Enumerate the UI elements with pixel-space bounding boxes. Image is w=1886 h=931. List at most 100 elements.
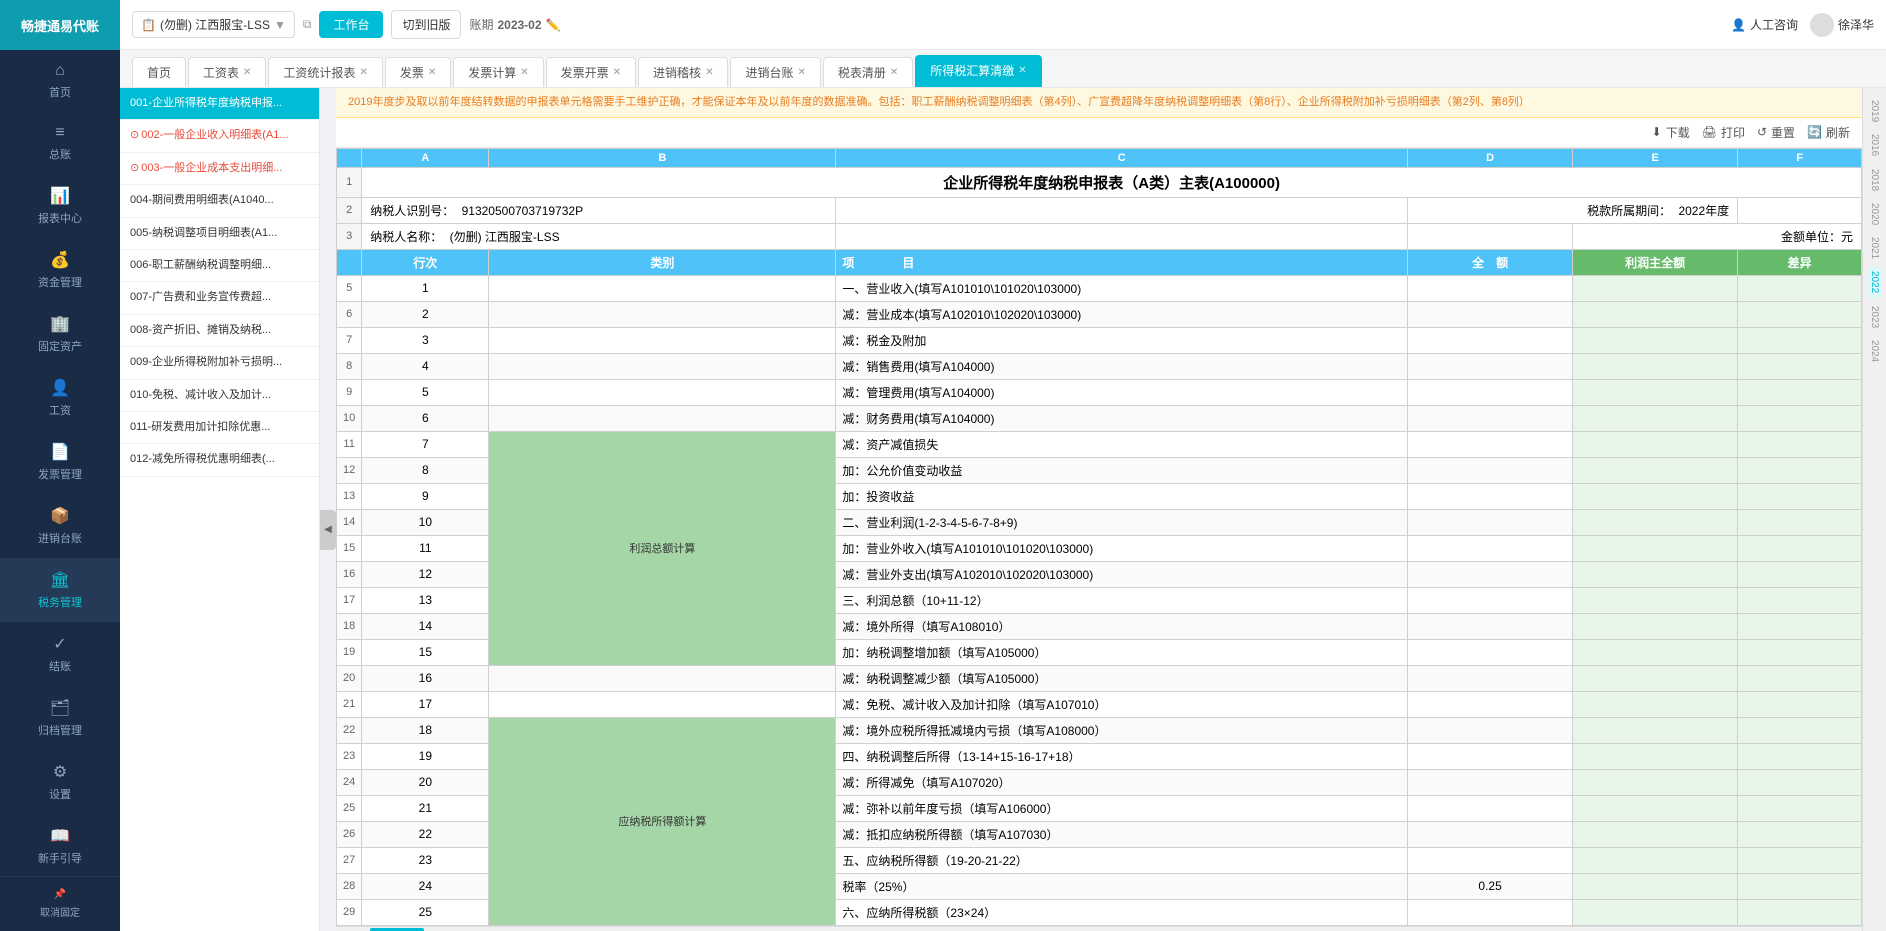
taxpayer-name-row: 3 纳税人名称： (勿删) 江西服宝-LSS 金额单位：元 — [337, 223, 1862, 249]
sheet-tab-main[interactable]: 主表 — [370, 928, 424, 931]
year-2023[interactable]: 2023 — [1867, 302, 1882, 332]
sidebar-item-report[interactable]: 📊 报表中心 — [0, 174, 120, 238]
report-icon: 📊 — [50, 186, 70, 206]
toolbar: ⬇ 下载 🖨 打印 ↺ 重置 🔄 刷新 — [336, 118, 1862, 148]
tab-close-tax-list[interactable]: ✕ — [890, 67, 898, 78]
capital-icon: 💰 — [50, 250, 70, 270]
year-2022[interactable]: 2022 — [1867, 267, 1882, 297]
copy-icon[interactable]: ⧉ — [303, 17, 312, 32]
warning-banner: 2019年度步及取以前年度结转数据的申报表单元格需要手工维护正确，才能保证本年及… — [336, 88, 1862, 118]
sheet-table: A B C D E F 1 企业所得税年度纳税申报表（A类）主表(A100000… — [336, 148, 1862, 926]
col-xuhao-header: 行次 — [362, 249, 489, 275]
edit-period-icon[interactable]: ✏️ — [546, 18, 561, 32]
dropdown-arrow-icon: ▼ — [274, 18, 286, 32]
year-2019[interactable]: 2019 — [1867, 96, 1882, 126]
sheet-body: 51一、营业收入(填写A101010\101020\103000)62减：营业成… — [337, 275, 1862, 925]
sidebar-item-guide[interactable]: 📖 新手引导 — [0, 814, 120, 876]
list-item-003[interactable]: ⊙003-一般企业成本支出明细... — [120, 153, 319, 185]
col-letter-c: C — [836, 148, 1408, 167]
sidebar-item-home[interactable]: ⌂ 首页 — [0, 50, 120, 112]
tab-close-income-tax[interactable]: ✕ — [1018, 65, 1026, 76]
salary-icon: 👤 — [50, 378, 70, 398]
col-letter-e: E — [1573, 148, 1738, 167]
sidebar-item-archive[interactable]: 🗂 归档管理 — [0, 686, 120, 750]
year-2020[interactable]: 2020 — [1867, 199, 1882, 229]
table-row: 95减：管理费用(填写A104000) — [337, 379, 1862, 405]
period-info: 账期 2023-02 ✏️ — [469, 16, 560, 33]
sidebar-item-settle[interactable]: ✓ 结账 — [0, 622, 120, 686]
tab-close-invoice-calc[interactable]: ✕ — [520, 67, 528, 78]
tab-close-purchase-ledger[interactable]: ✕ — [797, 67, 805, 78]
tab-purchase-audit[interactable]: 进销稽核 ✕ — [638, 57, 728, 87]
switch-version-button[interactable]: 切到旧版 — [391, 10, 461, 39]
list-item-009[interactable]: 009-企业所得税附加补亏损明... — [120, 347, 319, 379]
tab-tax-list[interactable]: 税表清册 ✕ — [823, 57, 913, 87]
tab-income-tax[interactable]: 所得税汇算清缴 ✕ — [915, 55, 1041, 87]
sidebar-item-ledger[interactable]: ≡ 总账 — [0, 112, 120, 174]
sidebar-item-salary[interactable]: 👤 工资 — [0, 366, 120, 430]
list-item-004[interactable]: 004-期间费用明细表(A1040... — [120, 185, 319, 217]
col-letter-d: D — [1408, 148, 1573, 167]
col-letter-row: A B C D E F — [337, 148, 1862, 167]
tab-invoice-issue[interactable]: 发票开票 ✕ — [546, 57, 636, 87]
avatar — [1810, 13, 1834, 37]
tab-close-salary[interactable]: ✕ — [243, 67, 251, 78]
sidebar-item-tax[interactable]: 🏛 税务管理 — [0, 558, 120, 622]
reset-button[interactable]: ↺ 重置 — [1757, 124, 1795, 141]
tab-close-purchase-audit[interactable]: ✕ — [705, 67, 713, 78]
list-item-002[interactable]: ⊙002-一般企业收入明细表(A1... — [120, 120, 319, 152]
list-item-001[interactable]: 001-企业所得税年度纳税申报... — [120, 88, 319, 120]
tab-bar: 首页 工资表 ✕ 工资统计报表 ✕ 发票 ✕ 发票计算 ✕ 发票开票 ✕ — [120, 50, 1886, 88]
app-logo: 畅捷通易代账 — [0, 0, 120, 50]
col-rownum-header — [337, 249, 362, 275]
sidebar-item-purchase[interactable]: 📦 进销台账 — [0, 494, 120, 558]
tab-invoice-calc[interactable]: 发票计算 ✕ — [453, 57, 543, 87]
list-item-005[interactable]: 005-纳税调整项目明细表(A1... — [120, 218, 319, 250]
sidebar-footer[interactable]: 📌 取消固定 — [0, 876, 120, 931]
tax-icon: 🏛 — [50, 570, 70, 590]
sidebar: 畅捷通易代账 ⌂ 首页 ≡ 总账 📊 报表中心 💰 资金管理 🏢 固定资产 — [0, 0, 120, 931]
download-button[interactable]: ⬇ 下载 — [1652, 124, 1690, 141]
ai-consult-button[interactable]: 👤 人工咨询 — [1731, 16, 1798, 33]
tab-invoice[interactable]: 发票 ✕ — [385, 57, 451, 87]
table-row: 2218应纳税所得额计算减：境外应税所得抵减境内亏损（填写A108000） — [337, 717, 1862, 743]
table-wrapper[interactable]: A B C D E F 1 企业所得税年度纳税申报表（A类）主表(A100000… — [336, 148, 1862, 931]
table-row: 62减：营业成本(填写A102010\102020\103000) — [337, 301, 1862, 327]
list-item-011[interactable]: 011-研发费用加计扣除优惠... — [120, 412, 319, 444]
year-2021[interactable]: 2021 — [1867, 233, 1882, 263]
table-row: 106减：财务费用(填写A104000) — [337, 405, 1862, 431]
assets-icon: 🏢 — [50, 314, 70, 334]
company-selector[interactable]: 📋 (勿删) 江西服宝-LSS ▼ — [132, 11, 295, 38]
main-content: 📋 (勿删) 江西服宝-LSS ▼ ⧉ 工作台 切到旧版 账期 2023-02 … — [120, 0, 1886, 931]
table-row: 2016减：纳税调整减少额（填写A105000） — [337, 665, 1862, 691]
list-item-006[interactable]: 006-职工薪酬纳税调整明细... — [120, 250, 319, 282]
tab-salary-report[interactable]: 工资统计报表 ✕ — [268, 57, 382, 87]
list-item-008[interactable]: 008-资产折旧、摊销及纳税... — [120, 315, 319, 347]
col-chay-header: 差异 — [1738, 249, 1862, 275]
user-profile[interactable]: 徐泽华 — [1810, 13, 1874, 37]
sidebar-item-settings[interactable]: ⚙ 设置 — [0, 750, 120, 814]
tab-salary[interactable]: 工资表 ✕ — [188, 57, 266, 87]
print-button[interactable]: 🖨 打印 — [1702, 124, 1745, 141]
list-item-007[interactable]: 007-广告费和业务宣传费超... — [120, 282, 319, 314]
table-row: 117利润总额计算减：资产减值损失 — [337, 431, 1862, 457]
year-2016[interactable]: 2016 — [1867, 130, 1882, 160]
table-row: 73减：税金及附加 — [337, 327, 1862, 353]
list-item-010[interactable]: 010-免税、减计收入及加计... — [120, 380, 319, 412]
sidebar-item-assets[interactable]: 🏢 固定资产 — [0, 302, 120, 366]
list-item-012[interactable]: 012-减免所得税优惠明细表(... — [120, 444, 319, 476]
year-2024[interactable]: 2024 — [1867, 336, 1882, 366]
refresh-icon: 🔄 — [1807, 125, 1822, 139]
collapse-panel-button[interactable]: ◀ — [320, 510, 336, 550]
top-bar-right: 👤 人工咨询 徐泽华 — [1731, 13, 1874, 37]
tab-close-invoice[interactable]: ✕ — [428, 67, 436, 78]
tab-close-salary-report[interactable]: ✕ — [359, 67, 367, 78]
tab-purchase-ledger[interactable]: 进销台账 ✕ — [730, 57, 820, 87]
tab-home[interactable]: 首页 — [132, 57, 186, 87]
tab-close-invoice-issue[interactable]: ✕ — [613, 67, 621, 78]
sidebar-item-invoice[interactable]: 📄 发票管理 — [0, 430, 120, 494]
refresh-button[interactable]: 🔄 刷新 — [1807, 124, 1850, 141]
sidebar-item-capital[interactable]: 💰 资金管理 — [0, 238, 120, 302]
workbench-button[interactable]: 工作台 — [319, 11, 383, 38]
year-2018[interactable]: 2018 — [1867, 165, 1882, 195]
